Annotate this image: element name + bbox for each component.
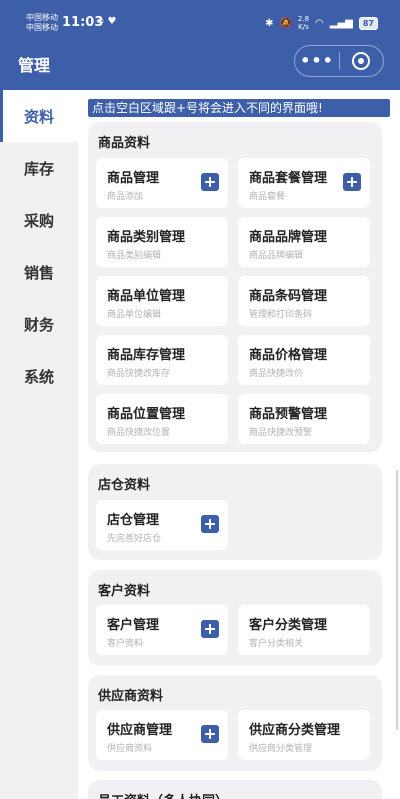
page-title: 管理	[18, 56, 51, 75]
sidebar-item-xitong[interactable]: 系统	[0, 350, 78, 402]
card-subtitle: 商品添加	[107, 192, 144, 202]
card-title: 供应商管理	[107, 723, 173, 738]
card-title: 商品条码管理	[249, 289, 328, 304]
card-title: 客户管理	[107, 618, 160, 633]
top-bar: 中国移动 中国移动 11:03 ∞ ♥ ✱ 🔕 2.8 K/s ◠ ▂▄▆ 87…	[0, 0, 400, 90]
card-subtitle: 先完善好店仓	[107, 534, 162, 544]
card-title: 店仓管理	[107, 513, 160, 528]
section-supplier: 供应商资料 供应商管理 供应商资料 供应商分类管理 供应商分类管理	[88, 675, 382, 771]
mute-icon: 🔕	[279, 17, 292, 29]
card-subtitle: 商品快捷改预警	[249, 428, 313, 438]
section-title: 员工资料（多人协同）	[98, 790, 228, 799]
card-subtitle: 供应商分类管理	[249, 744, 313, 754]
network-speed-unit: K/s	[298, 23, 309, 31]
card-title: 商品预警管理	[249, 407, 328, 422]
card-goods-category[interactable]: 商品类别管理 商品类别编辑	[96, 217, 228, 267]
section-title: 客户资料	[98, 584, 151, 599]
plus-icon[interactable]	[201, 725, 219, 743]
card-subtitle: 管理和打印条码	[249, 310, 313, 320]
card-goods-unit[interactable]: 商品单位管理 商品单位编辑	[96, 276, 228, 326]
card-customer-management[interactable]: 客户管理 客户资料	[96, 605, 228, 655]
close-icon[interactable]	[340, 52, 383, 70]
card-title: 商品套餐管理	[249, 171, 328, 186]
more-icon[interactable]: •••	[295, 46, 339, 76]
card-title: 商品类别管理	[107, 230, 186, 245]
section-customer: 客户资料 客户管理 客户资料 客户分类管理 客户分类相关	[88, 570, 382, 666]
card-subtitle: 客户分类相关	[249, 639, 304, 649]
bluetooth-icon: ✱	[265, 17, 274, 29]
notice-banner: 点击空白区域跟+号将会进入不同的界面哦!	[88, 99, 390, 117]
plus-icon[interactable]	[343, 173, 361, 191]
section-title: 商品资料	[98, 136, 151, 151]
card-subtitle: 客户资料	[107, 639, 144, 649]
card-supplier-category[interactable]: 供应商分类管理 供应商分类管理	[238, 710, 370, 760]
card-subtitle: 商品快捷改位置	[107, 428, 171, 438]
card-title: 商品库存管理	[107, 348, 186, 363]
status-bar: 中国移动 中国移动 11:03 ∞ ♥ ✱ 🔕 2.8 K/s ◠ ▂▄▆ 87	[0, 0, 400, 44]
card-customer-category[interactable]: 客户分类管理 客户分类相关	[238, 605, 370, 655]
carrier-info: 中国移动 中国移动	[26, 13, 58, 33]
miniprogram-capsule: •••	[294, 45, 384, 77]
section-title: 店仓资料	[98, 478, 151, 493]
card-title: 商品位置管理	[107, 407, 186, 422]
heart-icon: ♥	[107, 16, 117, 27]
section-store: 店仓资料 店仓管理 先完善好店仓	[88, 464, 382, 560]
plus-icon[interactable]	[201, 515, 219, 533]
card-title: 客户分类管理	[249, 618, 328, 633]
card-goods-brand[interactable]: 商品品牌管理 商品品牌编辑	[238, 217, 370, 267]
card-subtitle: 商品单位编辑	[107, 310, 162, 320]
card-subtitle: 商品品牌编辑	[249, 251, 304, 261]
sidebar-item-ziliao[interactable]: 资料	[0, 90, 78, 142]
sidebar: 资料 库存 采购 销售 财务 系统	[0, 90, 78, 799]
card-subtitle: 商品快捷改价	[249, 369, 304, 379]
sidebar-item-caigou[interactable]: 采购	[0, 194, 78, 246]
carrier-2: 中国移动	[26, 23, 58, 32]
card-title: 商品品牌管理	[249, 230, 328, 245]
carrier-1: 中国移动	[26, 13, 58, 22]
card-title: 商品管理	[107, 171, 160, 186]
plus-icon[interactable]	[201, 620, 219, 638]
card-goods-management[interactable]: 商品管理 商品添加	[96, 158, 228, 208]
card-goods-location[interactable]: 商品位置管理 商品快捷改位置	[96, 394, 228, 444]
sidebar-item-caiwu[interactable]: 财务	[0, 298, 78, 350]
section-goods: 商品资料 商品管理 商品添加 商品套餐管理 商品套餐 商品类别管理 商品类别编辑…	[88, 122, 382, 452]
network-speed: 2.8 K/s	[298, 15, 309, 31]
card-goods-barcode[interactable]: 商品条码管理 管理和打印条码	[238, 276, 370, 326]
card-subtitle: 商品快捷改库存	[107, 369, 171, 379]
battery-indicator: 87	[358, 16, 378, 30]
card-subtitle: 供应商资料	[107, 744, 153, 754]
plus-icon[interactable]	[201, 173, 219, 191]
card-supplier-management[interactable]: 供应商管理 供应商资料	[96, 710, 228, 760]
card-title: 商品价格管理	[249, 348, 328, 363]
system-icons: ✱ 🔕 2.8 K/s ◠ ▂▄▆ 87	[265, 15, 378, 31]
card-store-management[interactable]: 店仓管理 先完善好店仓	[96, 500, 228, 550]
card-goods-price[interactable]: 商品价格管理 商品快捷改价	[238, 335, 370, 385]
notification-icons: ∞ ♥	[96, 16, 117, 27]
sidebar-item-xiaoshou[interactable]: 销售	[0, 246, 78, 298]
loop-icon: ∞	[96, 16, 105, 27]
scrollbar[interactable]	[396, 470, 398, 730]
main-content: 点击空白区域跟+号将会进入不同的界面哦! 商品资料 商品管理 商品添加 商品套餐…	[78, 90, 400, 799]
wifi-icon: ◠	[315, 17, 324, 29]
network-speed-value: 2.8	[297, 15, 310, 23]
sidebar-item-kucun[interactable]: 库存	[0, 142, 78, 194]
card-subtitle: 商品套餐	[249, 192, 286, 202]
section-title: 供应商资料	[98, 689, 164, 704]
signal-icon: ▂▄▆	[329, 17, 353, 29]
card-goods-package[interactable]: 商品套餐管理 商品套餐	[238, 158, 370, 208]
card-goods-stock[interactable]: 商品库存管理 商品快捷改库存	[96, 335, 228, 385]
section-staff: 员工资料（多人协同）	[88, 780, 382, 799]
card-title: 商品单位管理	[107, 289, 186, 304]
card-subtitle: 商品类别编辑	[107, 251, 162, 261]
card-title: 供应商分类管理	[249, 723, 341, 738]
card-goods-alert[interactable]: 商品预警管理 商品快捷改预警	[238, 394, 370, 444]
